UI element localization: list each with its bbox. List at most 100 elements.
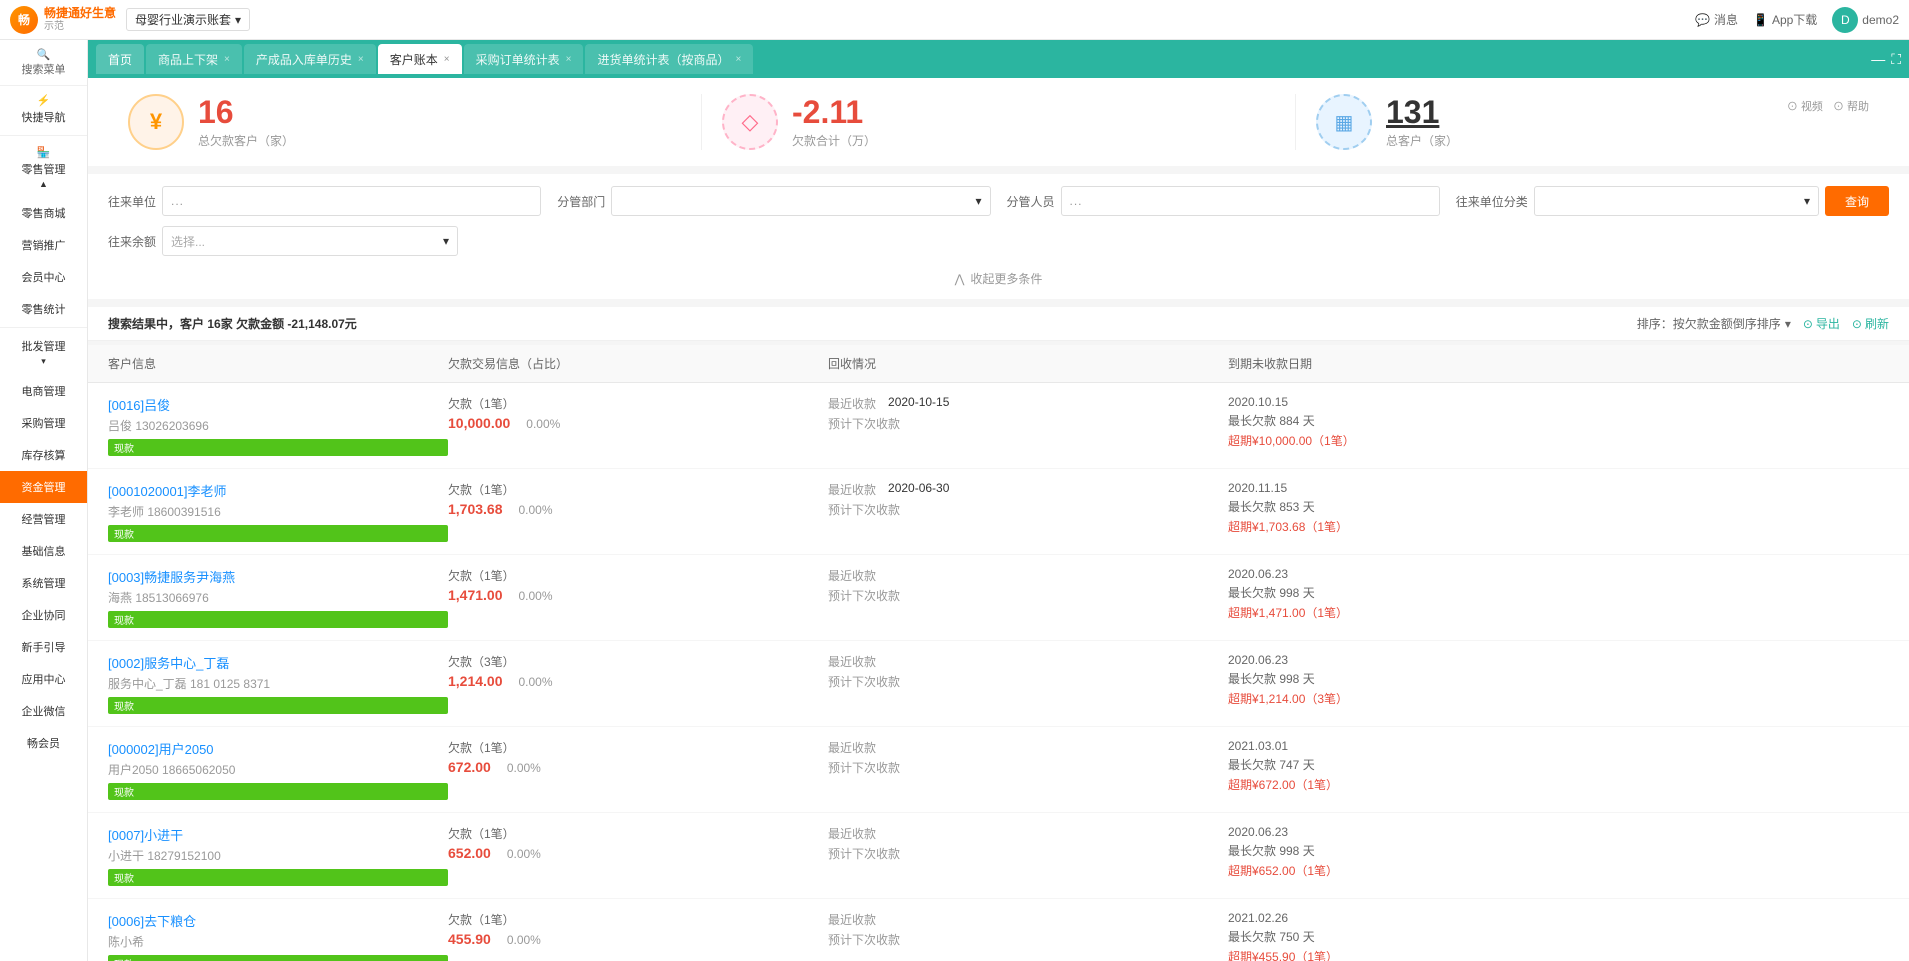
debt-amount-info: -2.11 欠款合计（万） [792, 96, 1275, 149]
store-selector[interactable]: 母婴行业演示账套 ▾ [126, 8, 250, 31]
due-overdue-4[interactable]: 超期¥1,214.00（3笔） [1228, 690, 1889, 707]
due-overdue-7[interactable]: 超期¥455.90（1笔） [1228, 948, 1889, 961]
sort-label: 排序：按欠款金额倒序排序 [1637, 315, 1781, 332]
sidebar-item-vip[interactable]: 畅会员 [0, 727, 87, 759]
due-overdue-2[interactable]: 超期¥1,703.68（1笔） [1228, 518, 1889, 535]
sidebar-item-retail-stats[interactable]: 零售统计 [0, 293, 87, 325]
tab-close-purchase-summary[interactable]: × [566, 54, 572, 65]
tab-home[interactable]: 首页 [96, 44, 144, 74]
store-name: 母婴行业演示账套 [135, 11, 231, 28]
sidebar-item-newbie[interactable]: 新手引导 [0, 631, 87, 663]
total-customers-icon: ▦ [1316, 94, 1372, 150]
sidebar-item-finance[interactable]: 资金管理 [0, 471, 87, 503]
chevron-down-icon-sort: ▾ [1785, 317, 1791, 331]
finance-label: 资金管理 [22, 479, 66, 495]
logo-area: 畅 畅捷通好生意 示范 [10, 6, 116, 34]
tab-stock-summary[interactable]: 进货单统计表（按商品） × [585, 44, 753, 74]
sidebar-item-wechat[interactable]: 企业微信 [0, 695, 87, 727]
sort-selector[interactable]: 排序：按欠款金额倒序排序 ▾ [1637, 315, 1791, 332]
balance-select[interactable]: 选择... ▾ [162, 226, 458, 256]
sidebar-item-biz[interactable]: 经营管理 [0, 503, 87, 535]
sidebar-item-ecommerce[interactable]: 电商管理 [0, 375, 87, 407]
debt-info-4: 欠款（3笔） 1,214.00 0.00% [448, 653, 828, 689]
quick-nav-label: 快捷导航 [22, 109, 66, 125]
table-row: [0003]畅捷服务尹海燕 海燕 18513066976 现款 欠款（1笔） 1… [88, 555, 1909, 641]
table-row: [000002]用户2050 用户2050 18665062050 现款 欠款（… [88, 727, 1909, 813]
customer-tag-6: 现款 [108, 869, 448, 886]
sidebar-item-retail-mgmt[interactable]: 🏪 零售管理 ▲ [0, 138, 87, 197]
customer-name-6[interactable]: [0007]小进干 [108, 825, 448, 844]
due-overdue-1[interactable]: 超期¥10,000.00（1笔） [1228, 432, 1889, 449]
th-debt-info: 欠款交易信息（占比） [448, 355, 828, 372]
due-overdue-3[interactable]: 超期¥1,471.00（1笔） [1228, 604, 1889, 621]
retail-mgmt-label: 零售管理 [22, 161, 66, 177]
export-button[interactable]: ⊙ 导出 [1803, 315, 1840, 332]
sidebar-item-marketing[interactable]: 营销推广 [0, 229, 87, 261]
tab-minimize-icon[interactable]: — [1871, 51, 1885, 67]
enterprise-label: 企业协同 [22, 607, 66, 623]
collapse-row[interactable]: ⋀ 收起更多条件 [108, 266, 1889, 287]
top-bar: 畅 畅捷通好生意 示范 母婴行业演示账套 ▾ 💬 消息 📱 App下载 D de… [0, 0, 1909, 40]
tab-customer-account[interactable]: 客户账本 × [378, 44, 462, 74]
balance-label: 往来余额 [108, 233, 156, 250]
sidebar-item-sys[interactable]: 系统管理 [0, 567, 87, 599]
customer-info-5: [000002]用户2050 用户2050 18665062050 现款 [108, 739, 448, 800]
source-unit-input[interactable]: ... [162, 186, 541, 216]
sidebar-item-retail-mall[interactable]: 零售商城 [0, 197, 87, 229]
total-customers-label: 总客户（家） [1386, 132, 1773, 149]
app-subtitle: 示范 [44, 21, 116, 33]
due-overdue-5[interactable]: 超期¥672.00（1笔） [1228, 776, 1889, 793]
sys-label: 系统管理 [22, 575, 66, 591]
customer-name-7[interactable]: [0006]去下粮仓 [108, 911, 448, 930]
sidebar-item-enterprise[interactable]: 企业协同 [0, 599, 87, 631]
due-date-2: 2020.11.15 [1228, 481, 1889, 495]
customer-name-3[interactable]: [0003]畅捷服务尹海燕 [108, 567, 448, 586]
manager-input[interactable]: ... [1061, 186, 1440, 216]
tab-close-stock-summary[interactable]: × [735, 54, 741, 65]
due-days-1: 最长欠款 884 天 [1228, 412, 1889, 429]
customer-name-1[interactable]: [0016]吕俊 [108, 395, 448, 414]
debt-amount-1: 10,000.00 [448, 415, 510, 431]
customer-name-2[interactable]: [0001020001]李老师 [108, 481, 448, 500]
search-button[interactable]: 查询 [1825, 186, 1889, 216]
search-icon: 🔍 [37, 49, 51, 61]
due-date-6: 2020.06.23 [1228, 825, 1889, 839]
sidebar-item-member[interactable]: 会员中心 [0, 261, 87, 293]
sidebar-item-wholesale[interactable]: 批发管理 ▾ [0, 330, 87, 375]
sidebar-item-app-center[interactable]: 应用中心 [0, 663, 87, 695]
table-container: 客户信息 欠款交易信息（占比） 回收情况 到期未收款日期 [0016]吕俊 吕俊… [88, 345, 1909, 961]
tab-close-product-shelf[interactable]: × [224, 54, 230, 65]
tab-product-shelf[interactable]: 商品上下架 × [146, 44, 242, 74]
collection-next-1: 预计下次收款 [828, 415, 1228, 432]
sidebar-item-purchase[interactable]: 采购管理 [0, 407, 87, 439]
vip-label: 畅会员 [27, 735, 60, 751]
debt-amount-3: 1,471.00 [448, 587, 503, 603]
app-download-button[interactable]: 📱 App下载 [1753, 11, 1817, 28]
sidebar-search[interactable]: 🔍 搜索菜单 [0, 40, 87, 86]
customer-name-4[interactable]: [0002]服务中心_丁磊 [108, 653, 448, 672]
message-button[interactable]: 💬 消息 [1695, 11, 1738, 28]
help-icon[interactable]: ⊙ 帮助 [1833, 98, 1869, 114]
customer-name-5[interactable]: [000002]用户2050 [108, 739, 448, 758]
sidebar-item-basic[interactable]: 基础信息 [0, 535, 87, 567]
tab-close-production-history[interactable]: × [358, 54, 364, 65]
dept-select[interactable]: ▾ [611, 186, 990, 216]
stock-summary-label: 进货单统计表（按商品） [597, 51, 729, 68]
debt-amount-icon: ◇ [722, 94, 778, 150]
sidebar-item-quick-nav[interactable]: ⚡ 快捷导航 [0, 86, 87, 133]
tab-expand-icon[interactable]: ⛶ [1891, 51, 1901, 68]
sidebar-item-inventory[interactable]: 库存核算 [0, 439, 87, 471]
tab-purchase-summary[interactable]: 采购订单统计表 × [464, 44, 584, 74]
view-icon[interactable]: ⊙ 视频 [1787, 98, 1823, 114]
user-profile[interactable]: D demo2 [1832, 7, 1899, 33]
debt-count-5: 欠款（1笔） [448, 739, 828, 756]
due-date-1: 2020.10.15 [1228, 395, 1889, 409]
due-overdue-6[interactable]: 超期¥652.00（1笔） [1228, 862, 1889, 879]
tab-production-history[interactable]: 产成品入库单历史 × [244, 44, 376, 74]
unit-category-select[interactable]: ▾ [1534, 186, 1819, 216]
retail-mgmt-icon: 🏪 [37, 146, 51, 159]
top-bar-right: 💬 消息 📱 App下载 D demo2 [1695, 7, 1899, 33]
refresh-button[interactable]: ⊙ 刷新 [1852, 315, 1889, 332]
tab-close-customer-account[interactable]: × [444, 54, 450, 65]
stats-row: ¥ 16 总欠款客户（家） ◇ -2.11 欠款合计（万） [88, 78, 1909, 166]
